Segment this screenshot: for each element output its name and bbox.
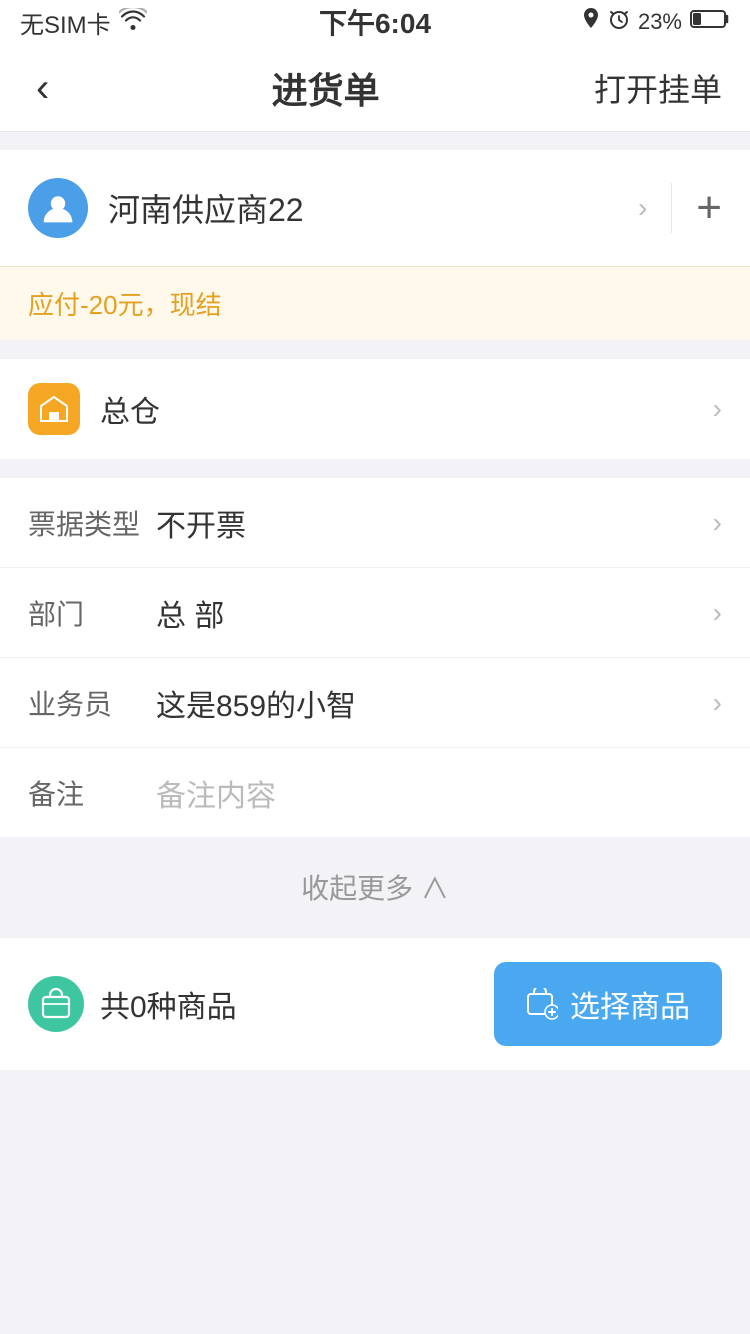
collapse-label: 收起更多 ∧: [301, 867, 449, 907]
supplier-chevron-icon: ›: [638, 192, 647, 224]
collapse-row[interactable]: 收起更多 ∧: [0, 837, 750, 937]
battery-text: 23%: [638, 9, 682, 35]
department-label: 部门: [28, 593, 148, 633]
department-value: 总 部: [156, 591, 705, 635]
department-row[interactable]: 部门 总 部 ›: [0, 567, 750, 657]
status-left: 无SIM卡: [20, 5, 147, 40]
warehouse-icon-wrap: [28, 383, 80, 435]
select-goods-button[interactable]: 选择商品: [494, 962, 722, 1046]
alarm-icon: [608, 8, 630, 36]
supplier-row[interactable]: 河南供应商22 › +: [0, 150, 750, 266]
bill-type-value: 不开票: [156, 501, 705, 545]
select-goods-label: 选择商品: [570, 982, 690, 1026]
section-gap-3: [0, 459, 750, 477]
bottom-bar: 共0种商品 选择商品: [0, 937, 750, 1070]
location-icon: [582, 8, 600, 36]
department-chevron-icon: ›: [713, 597, 722, 629]
status-bar: 无SIM卡 下午6:04 23%: [0, 0, 750, 44]
supplier-name: 河南供应商22: [108, 185, 626, 231]
supplier-card: 河南供应商22 › + 应付-20元，现结: [0, 150, 750, 340]
page-body: 河南供应商22 › + 应付-20元，现结 总仓 › 票据类型 不开票 ›: [0, 132, 750, 1334]
notice-banner: 应付-20元，现结: [0, 266, 750, 340]
salesperson-value: 这是859的小智: [156, 681, 705, 725]
goods-icon-wrap: [28, 976, 84, 1032]
back-button[interactable]: ‹: [28, 60, 57, 116]
remark-value[interactable]: 备注内容: [156, 771, 722, 815]
salesperson-row[interactable]: 业务员 这是859的小智 ›: [0, 657, 750, 747]
battery-icon: [690, 8, 730, 36]
remark-label: 备注: [28, 773, 148, 813]
wifi-icon: [119, 8, 147, 37]
bill-type-chevron-icon: ›: [713, 507, 722, 539]
section-gap-2: [0, 340, 750, 358]
goods-count-text: 共0种商品: [100, 982, 237, 1026]
remark-row[interactable]: 备注 备注内容: [0, 747, 750, 837]
supplier-divider: [671, 183, 672, 233]
warehouse-chevron-icon: ›: [713, 393, 722, 425]
open-pending-button[interactable]: 打开挂单: [594, 65, 722, 111]
status-time: 下午6:04: [319, 2, 431, 42]
add-supplier-button[interactable]: +: [696, 186, 722, 230]
salesperson-chevron-icon: ›: [713, 687, 722, 719]
page-title: 进货单: [272, 62, 380, 114]
fields-card: 票据类型 不开票 › 部门 总 部 › 业务员 这是859的小智 › 备注 备注…: [0, 477, 750, 837]
section-gap-1: [0, 132, 750, 150]
salesperson-label: 业务员: [28, 683, 148, 723]
bill-type-label: 票据类型: [28, 503, 148, 543]
status-right: 23%: [582, 8, 730, 36]
supplier-avatar: [28, 178, 88, 238]
nav-bar: ‹ 进货单 打开挂单: [0, 44, 750, 132]
warehouse-label: 总仓: [100, 387, 705, 431]
goods-count-wrapper: 共0种商品: [28, 976, 237, 1032]
bill-type-row[interactable]: 票据类型 不开票 ›: [0, 477, 750, 567]
carrier-text: 无SIM卡: [20, 5, 111, 40]
warehouse-row[interactable]: 总仓 ›: [0, 358, 750, 459]
